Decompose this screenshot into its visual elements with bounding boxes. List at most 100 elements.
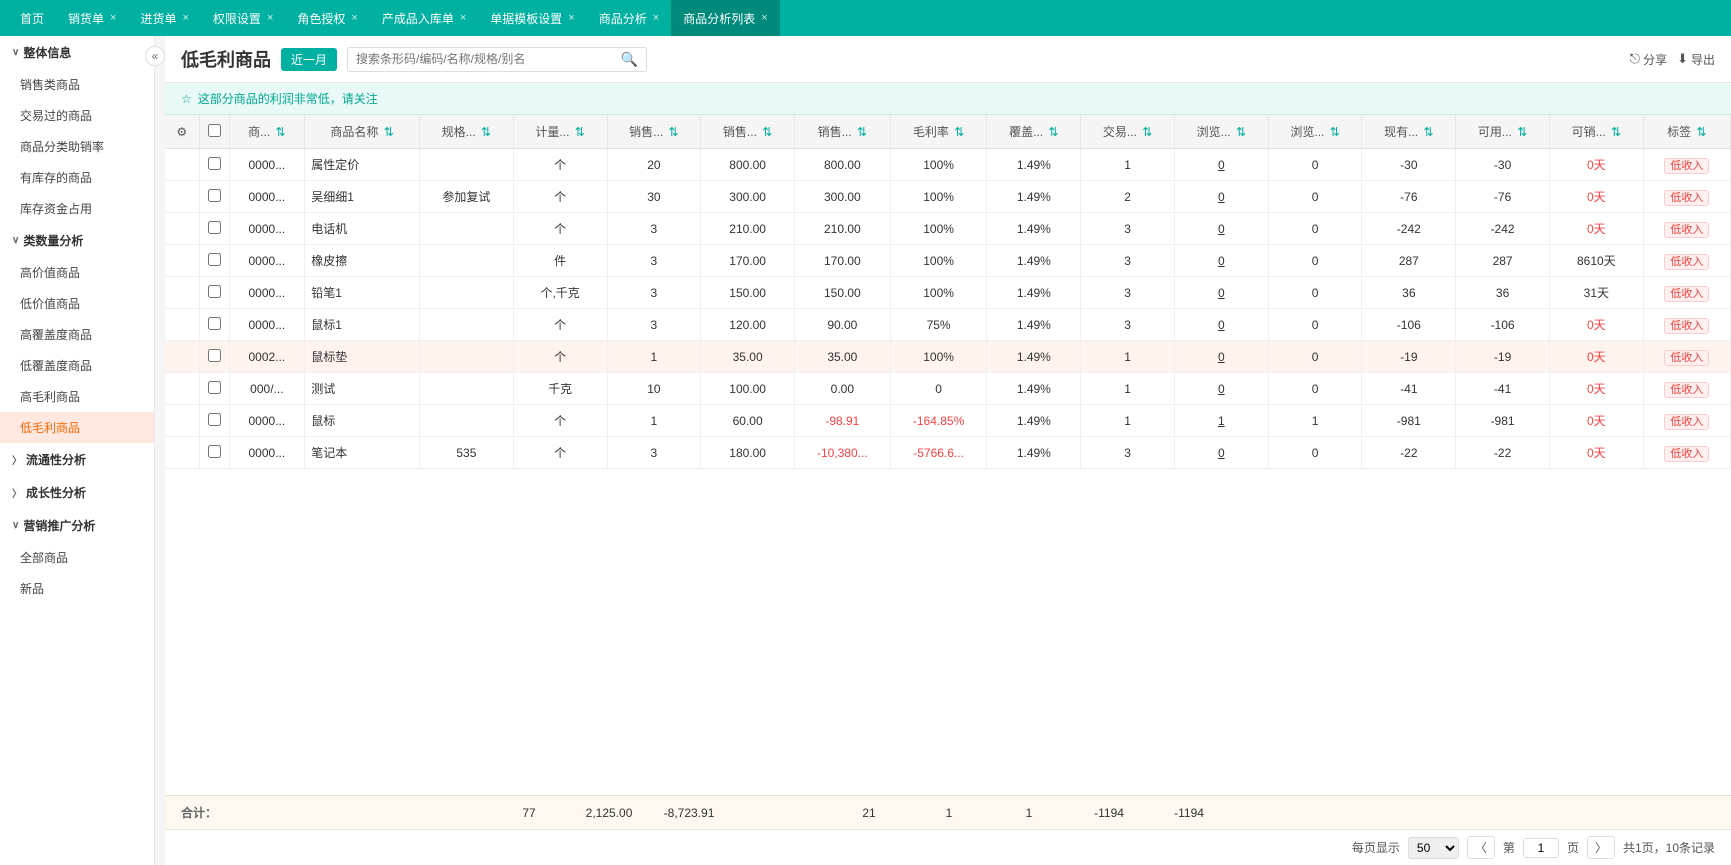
cell-views1[interactable]: 0 xyxy=(1174,277,1268,309)
sidebar-item-high-margin[interactable]: 高毛利商品 xyxy=(0,381,154,412)
nav-close-icon[interactable]: × xyxy=(267,12,273,24)
row-checkbox[interactable] xyxy=(208,189,221,202)
cell-views1[interactable]: 0 xyxy=(1174,213,1268,245)
export-button[interactable]: ⬇ 导出 xyxy=(1677,51,1715,68)
col-sales-qty[interactable]: 销售... ⇅ xyxy=(607,115,701,149)
views1-link[interactable]: 0 xyxy=(1218,158,1225,172)
views1-link[interactable]: 0 xyxy=(1218,286,1225,300)
col-sellable-days[interactable]: 可销... ⇅ xyxy=(1549,115,1643,149)
col-coverage[interactable]: 覆盖... ⇅ xyxy=(987,115,1081,149)
col-current-stock[interactable]: 现有... ⇅ xyxy=(1362,115,1456,149)
row-checkbox[interactable] xyxy=(208,445,221,458)
nav-home[interactable]: 首页 xyxy=(8,0,56,36)
sidebar-item-high-value[interactable]: 高价值商品 xyxy=(0,257,154,288)
search-input[interactable] xyxy=(356,52,617,66)
cell-check[interactable] xyxy=(199,245,229,277)
col-views1[interactable]: 浏览... ⇅ xyxy=(1174,115,1268,149)
cell-check[interactable] xyxy=(199,213,229,245)
cell-check[interactable] xyxy=(199,181,229,213)
col-sales-amount[interactable]: 销售... ⇅ xyxy=(701,115,795,149)
nav-close-icon[interactable]: × xyxy=(653,12,659,24)
cell-views1[interactable]: 0 xyxy=(1174,341,1268,373)
col-available-stock[interactable]: 可用... ⇅ xyxy=(1456,115,1550,149)
views1-link[interactable]: 0 xyxy=(1218,382,1225,396)
cell-check[interactable] xyxy=(199,309,229,341)
nav-close-icon-active[interactable]: × xyxy=(761,12,767,24)
cell-views1[interactable]: 0 xyxy=(1174,149,1268,181)
row-checkbox[interactable] xyxy=(208,285,221,298)
sidebar-item-sales-products[interactable]: 销售类商品 xyxy=(0,69,154,100)
nav-close-icon[interactable]: × xyxy=(182,12,188,24)
nav-product-analysis-list[interactable]: 商品分析列表 × xyxy=(671,0,779,36)
cell-views1[interactable]: 0 xyxy=(1174,245,1268,277)
views1-link[interactable]: 0 xyxy=(1218,222,1225,236)
current-page-input[interactable]: 1 xyxy=(1523,838,1559,858)
col-code[interactable]: 商... ⇅ xyxy=(229,115,305,149)
sidebar-group-overview[interactable]: ∨ 整体信息 xyxy=(0,36,154,69)
filter-recent-month-button[interactable]: 近一月 xyxy=(281,48,337,71)
nav-close-icon[interactable]: × xyxy=(460,12,466,24)
col-tag[interactable]: 标签 ⇅ xyxy=(1643,115,1730,149)
cell-views1[interactable]: 0 xyxy=(1174,309,1268,341)
views1-link[interactable]: 0 xyxy=(1218,350,1225,364)
row-checkbox[interactable] xyxy=(208,413,221,426)
nav-product-analysis[interactable]: 商品分析 × xyxy=(587,0,671,36)
page-size-select[interactable]: 50 100 200 xyxy=(1408,837,1459,859)
views1-link[interactable]: 1 xyxy=(1218,414,1225,428)
col-check[interactable] xyxy=(199,115,229,149)
views1-link[interactable]: 0 xyxy=(1218,254,1225,268)
prev-page-button[interactable]: 〈 xyxy=(1467,836,1495,859)
sidebar-item-all-products[interactable]: 全部商品 xyxy=(0,542,154,573)
nav-sales-order[interactable]: 销货单 × xyxy=(56,0,128,36)
sidebar-item-traded-products[interactable]: 交易过的商品 xyxy=(0,100,154,131)
row-checkbox[interactable] xyxy=(208,381,221,394)
nav-permission-settings[interactable]: 权限设置 × xyxy=(201,0,285,36)
share-button[interactable]: ⎋ 分享 xyxy=(1630,51,1667,68)
nav-purchase-order[interactable]: 进货单 × xyxy=(128,0,200,36)
cell-check[interactable] xyxy=(199,405,229,437)
cell-check[interactable] xyxy=(199,149,229,181)
col-settings[interactable]: ⚙ xyxy=(165,115,199,149)
nav-role-auth[interactable]: 角色授权 × xyxy=(285,0,369,36)
nav-close-icon[interactable]: × xyxy=(110,12,116,24)
sidebar-group-marketing[interactable]: ∨ 营销推广分析 xyxy=(0,509,154,542)
col-trade-count[interactable]: 交易... ⇅ xyxy=(1081,115,1175,149)
row-checkbox[interactable] xyxy=(208,157,221,170)
cell-check[interactable] xyxy=(199,341,229,373)
cell-check[interactable] xyxy=(199,373,229,405)
nav-template-settings[interactable]: 单据模板设置 × xyxy=(478,0,586,36)
nav-product-warehousing[interactable]: 产成品入库单 × xyxy=(370,0,478,36)
cell-views1[interactable]: 0 xyxy=(1174,437,1268,469)
select-all-checkbox[interactable] xyxy=(208,124,221,137)
next-page-button[interactable]: 〉 xyxy=(1587,836,1615,859)
sidebar-item-new-products[interactable]: 新品 xyxy=(0,573,154,604)
sidebar-group-liquidity[interactable]: 〉 流通性分析 xyxy=(0,443,154,476)
col-sales-profit[interactable]: 销售... ⇅ xyxy=(795,115,891,149)
nav-close-icon[interactable]: × xyxy=(351,12,357,24)
cell-views1[interactable]: 0 xyxy=(1174,181,1268,213)
col-gross-margin[interactable]: 毛利率 ⇅ xyxy=(890,115,987,149)
views1-link[interactable]: 0 xyxy=(1218,446,1225,460)
sidebar-item-capital-usage[interactable]: 库存资金占用 xyxy=(0,193,154,224)
nav-close-icon[interactable]: × xyxy=(568,12,574,24)
row-checkbox[interactable] xyxy=(208,221,221,234)
sidebar-group-quantity-analysis[interactable]: ∨ 类数量分析 xyxy=(0,224,154,257)
views1-link[interactable]: 0 xyxy=(1218,318,1225,332)
sidebar-group-growth[interactable]: 〉 成长性分析 xyxy=(0,476,154,509)
row-checkbox[interactable] xyxy=(208,253,221,266)
col-spec[interactable]: 规格... ⇅ xyxy=(420,115,514,149)
sidebar-item-high-coverage[interactable]: 高覆盖度商品 xyxy=(0,319,154,350)
cell-check[interactable] xyxy=(199,277,229,309)
col-views2[interactable]: 浏览... ⇅ xyxy=(1268,115,1362,149)
sidebar-item-low-coverage[interactable]: 低覆盖度商品 xyxy=(0,350,154,381)
sidebar-collapse-button[interactable]: « xyxy=(145,46,165,66)
views1-link[interactable]: 0 xyxy=(1218,190,1225,204)
cell-check[interactable] xyxy=(199,437,229,469)
row-checkbox[interactable] xyxy=(208,317,221,330)
sidebar-item-category-rate[interactable]: 商品分类助销率 xyxy=(0,131,154,162)
cell-views1[interactable]: 1 xyxy=(1174,405,1268,437)
row-checkbox[interactable] xyxy=(208,349,221,362)
cell-views1[interactable]: 0 xyxy=(1174,373,1268,405)
col-unit[interactable]: 计量... ⇅ xyxy=(513,115,607,149)
search-icon[interactable]: 🔍 xyxy=(621,51,638,68)
